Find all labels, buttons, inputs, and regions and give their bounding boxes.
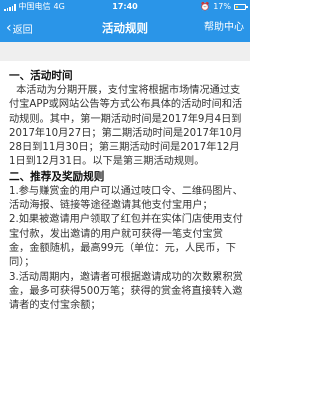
rule-item-1: 1.参与赚赏金的用户可以通过吱口令、二维码图片、活动海报、链接等途径邀请其他支付… (9, 185, 243, 212)
alarm-icon: ⏰ (200, 2, 211, 11)
rule-item-2: 2.如果被邀请用户领取了红包并在实体门店使用支付宝付款，发出邀请的用户就可获得一… (9, 214, 243, 269)
nav-bar: ‹ 返回 活动规则 帮助中心 (0, 14, 250, 42)
status-bar: 中国电信 4G 17:40 ⏰ 17% (0, 0, 250, 14)
battery-percent: 17% (213, 2, 231, 11)
section-divider (0, 42, 250, 61)
section-title-reward-rules: 二、推荐及奖励规则 (9, 170, 105, 183)
battery-icon (234, 4, 248, 10)
rules-content: 一、活动时间 本活动为分期开展，支付宝将根据市场情况通过支付宝APP或网站公告等… (0, 61, 250, 313)
rule-item-3: 3.活动周期内，邀请者可根据邀请成功的次数累积赏金，最多可获得500万笔；获得的… (9, 271, 243, 312)
section-title-activity-time: 一、活动时间 (9, 70, 73, 82)
status-right: ⏰ 17% (200, 0, 248, 14)
help-center-link[interactable]: 帮助中心 (204, 14, 244, 42)
activity-time-text: 本活动为分期开展，支付宝将根据市场情况通过支付宝APP或网站公告等方式公布具体的… (9, 85, 243, 168)
